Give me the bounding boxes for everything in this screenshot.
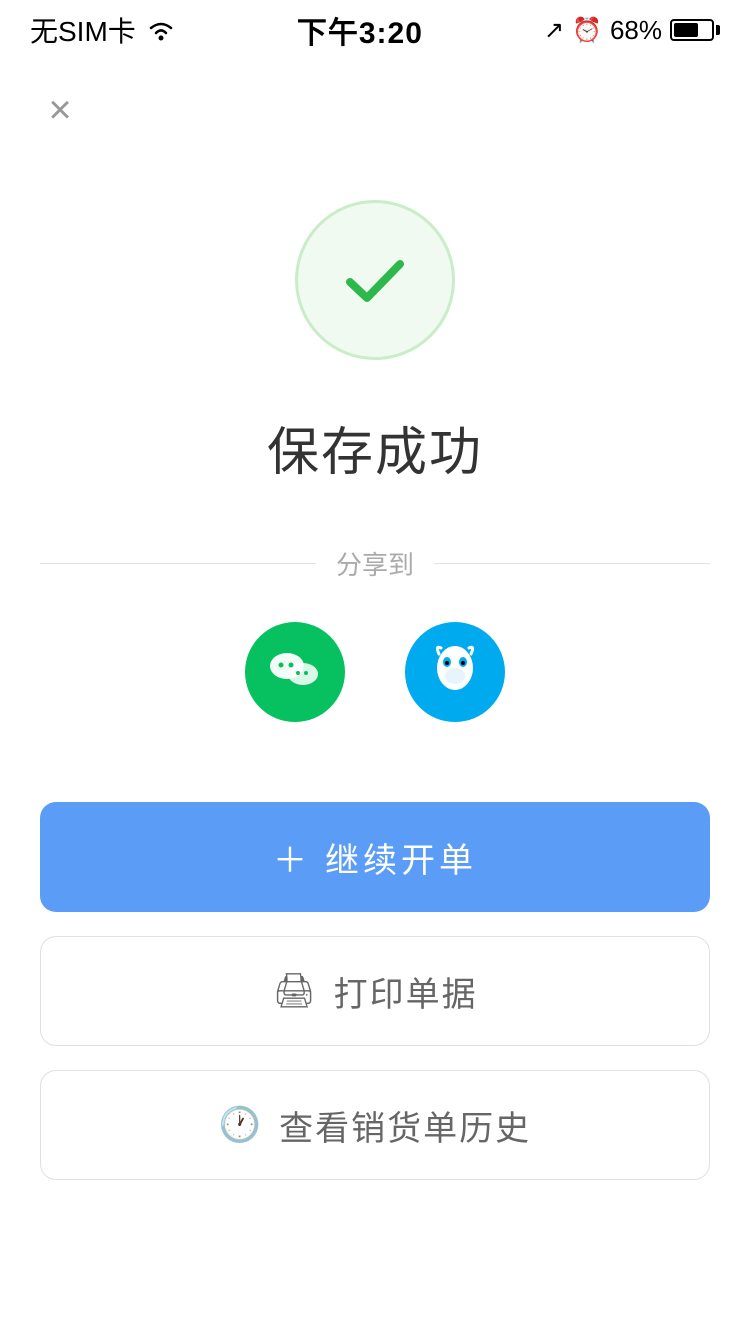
history-button[interactable]: 🕐 查看销货单历史 [40,1070,710,1180]
success-circle [295,200,455,360]
history-label: 查看销货单历史 [279,1101,531,1150]
status-indicators: ↗ ⏰ 68% [544,15,720,46]
carrier-text: 无SIM卡 [30,10,136,50]
print-button[interactable]: 🖨 打印单据 [40,936,710,1046]
checkmark-icon [335,240,415,320]
printer-icon: 🖨 [272,971,317,1011]
divider-right [434,563,710,564]
share-icons-container [40,622,710,722]
status-bar: 无SIM卡 下午3:20 ↗ ⏰ 68% [0,0,750,60]
close-icon: × [48,90,71,130]
continue-label: 继续开单 [325,833,477,882]
plus-icon: ＋ [273,833,309,882]
divider-left [40,563,316,564]
action-buttons: ＋ 继续开单 🖨 打印单据 🕐 查看销货单历史 [40,802,710,1180]
share-label: 分享到 [316,545,434,582]
history-icon: 🕐 [219,1105,263,1145]
share-divider: 分享到 [40,545,710,582]
main-content: 保存成功 分享到 [0,160,750,1220]
close-button[interactable]: × [30,80,90,140]
carrier-info: 无SIM卡 [30,10,176,50]
print-label: 打印单据 [334,967,478,1016]
share-section: 分享到 [40,545,710,722]
success-title: 保存成功 [267,410,483,485]
qq-icon [425,640,485,705]
wifi-icon [146,19,176,41]
alarm-icon: ⏰ [572,16,602,45]
time-display: 下午3:20 [297,8,423,52]
qq-share-button[interactable] [405,622,505,722]
continue-button[interactable]: ＋ 继续开单 [40,802,710,912]
battery-percent: 68% [610,15,662,46]
battery-icon [670,19,720,41]
wechat-icon [265,646,325,698]
location-icon: ↗ [544,16,564,45]
wechat-share-button[interactable] [245,622,345,722]
